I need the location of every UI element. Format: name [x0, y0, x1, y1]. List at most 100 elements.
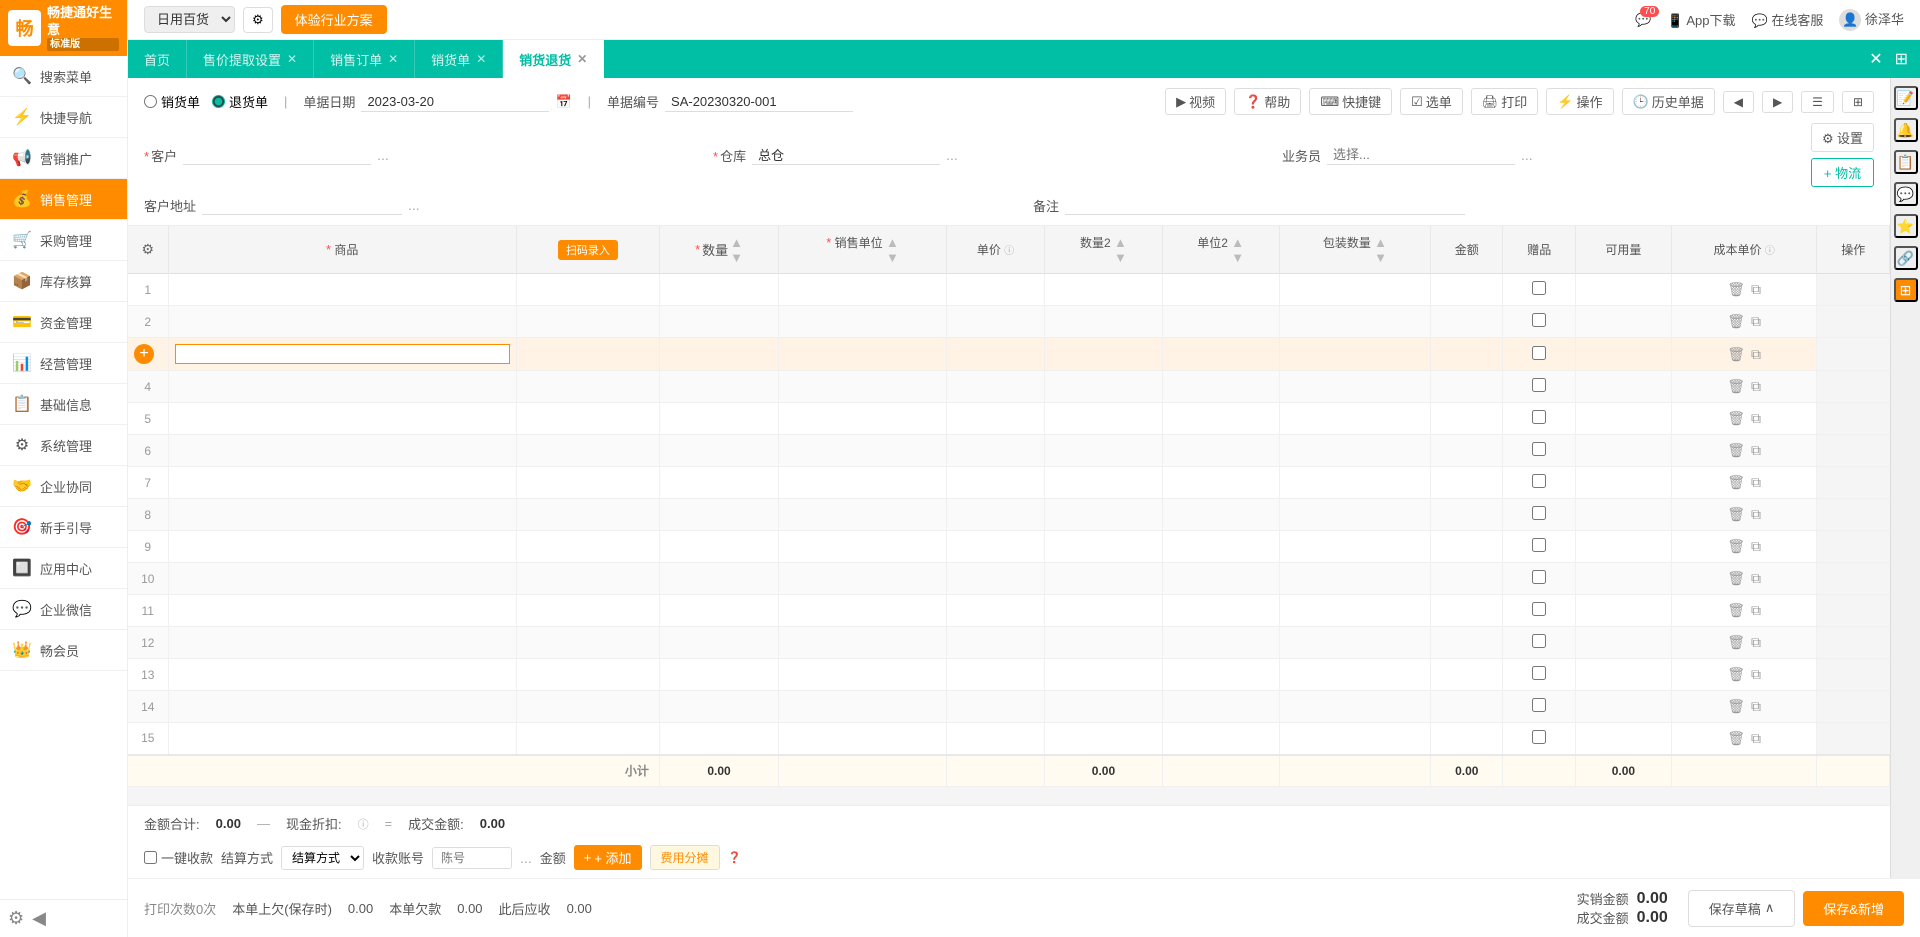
cell-15-4[interactable]: [1045, 723, 1162, 755]
tab-close-sales-order[interactable]: ✕: [388, 52, 398, 66]
cell-14-5[interactable]: [1162, 691, 1279, 723]
copy-row-btn-3[interactable]: ⧉: [1751, 346, 1761, 363]
copy-row-btn-6[interactable]: ⧉: [1751, 442, 1761, 459]
cell-4-2[interactable]: [779, 371, 947, 403]
sidebar-item-sales-mgmt[interactable]: 💰销售管理: [0, 179, 127, 220]
cell-7-7[interactable]: [1431, 467, 1503, 499]
delete-row-btn-4[interactable]: 🗑: [1727, 378, 1745, 395]
cell-6-5[interactable]: [1162, 435, 1279, 467]
cell-13-9[interactable]: [1575, 659, 1671, 691]
cell-7-1[interactable]: [659, 467, 778, 499]
cell-1-2[interactable]: [779, 274, 947, 306]
cell-7-3[interactable]: [946, 467, 1045, 499]
settings-form-btn[interactable]: ⚙ 设置: [1811, 123, 1874, 152]
cell-8-0[interactable]: [516, 499, 659, 531]
gift-checkbox-13[interactable]: [1532, 666, 1546, 680]
sidebar-item-basic-info[interactable]: 📋基础信息: [0, 384, 127, 425]
one-click-checkbox[interactable]: [144, 851, 157, 864]
delete-row-btn-9[interactable]: 🗑: [1727, 538, 1745, 555]
cell-13-2[interactable]: [779, 659, 947, 691]
cell-2-0[interactable]: [516, 306, 659, 338]
salesperson-select-btn[interactable]: ...: [1521, 147, 1533, 163]
cell-13-1[interactable]: [659, 659, 778, 691]
product-cell-8[interactable]: [168, 499, 516, 531]
industry-select[interactable]: 日用百货: [144, 6, 235, 33]
product-cell-4[interactable]: [168, 371, 516, 403]
cell-11-4[interactable]: [1045, 595, 1162, 627]
sidebar-item-vip[interactable]: 👑畅会员: [0, 630, 127, 671]
cell-2-1[interactable]: [659, 306, 778, 338]
cell-2-6[interactable]: [1279, 306, 1430, 338]
sidebar-item-finance[interactable]: 💳资金管理: [0, 302, 127, 343]
settings-icon[interactable]: ⚙: [8, 908, 24, 929]
address-select-btn[interactable]: ...: [408, 197, 420, 213]
copy-row-btn-14[interactable]: ⧉: [1751, 698, 1761, 715]
cell-15-5[interactable]: [1162, 723, 1279, 755]
cell-14-7[interactable]: [1431, 691, 1503, 723]
sidebar-item-operations-mgmt[interactable]: 📊经营管理: [0, 343, 127, 384]
cell-5-9[interactable]: [1575, 403, 1671, 435]
cell-1-7[interactable]: [1431, 274, 1503, 306]
cell-1-6[interactable]: [1279, 274, 1430, 306]
cell-4-7[interactable]: [1431, 371, 1503, 403]
cell-15-7[interactable]: [1431, 723, 1503, 755]
salesperson-input[interactable]: [1327, 145, 1515, 165]
cell-14-2[interactable]: [779, 691, 947, 723]
cell-15-9[interactable]: [1575, 723, 1671, 755]
cell-5-3[interactable]: [946, 403, 1045, 435]
gift-checkbox-8[interactable]: [1532, 506, 1546, 520]
product-cell-6[interactable]: [168, 435, 516, 467]
sidebar-item-marketing[interactable]: 📢营销推广: [0, 138, 127, 179]
cell-2-5[interactable]: [1162, 306, 1279, 338]
return-bill-radio[interactable]: 退货单: [212, 92, 268, 111]
delete-row-btn-2[interactable]: 🗑: [1727, 313, 1745, 330]
sidebar-item-app-center[interactable]: 🔲应用中心: [0, 548, 127, 589]
cell-7-0[interactable]: [516, 467, 659, 499]
date-input[interactable]: [361, 92, 549, 112]
cell-1-5[interactable]: [1162, 274, 1279, 306]
cell-6-0[interactable]: [516, 435, 659, 467]
cell-10-0[interactable]: [516, 563, 659, 595]
copy-row-btn-8[interactable]: ⧉: [1751, 506, 1761, 523]
cell-8-7[interactable]: [1431, 499, 1503, 531]
cell-7-4[interactable]: [1045, 467, 1162, 499]
cell-10-1[interactable]: [659, 563, 778, 595]
cell-13-0[interactable]: [516, 659, 659, 691]
cell-4-5[interactable]: [1162, 371, 1279, 403]
rp-btn-2[interactable]: 🔔: [1894, 118, 1918, 142]
delete-row-btn-3[interactable]: 🗑: [1727, 346, 1745, 363]
cell-12-3[interactable]: [946, 627, 1045, 659]
rp-btn-7[interactable]: ⊞: [1894, 278, 1918, 302]
cell-7-2[interactable]: [779, 467, 947, 499]
cell-4-4[interactable]: [1045, 371, 1162, 403]
cell-1-0[interactable]: [516, 274, 659, 306]
cell-12-7[interactable]: [1431, 627, 1503, 659]
cell-1-1[interactable]: [659, 274, 778, 306]
tab-expand-btn[interactable]: ⊞: [1891, 47, 1912, 71]
rp-btn-6[interactable]: 🔗: [1894, 246, 1918, 270]
copy-row-btn-15[interactable]: ⧉: [1751, 730, 1761, 747]
sidebar-item-enterprise[interactable]: 🤝企业协同: [0, 466, 127, 507]
cell-1-3[interactable]: [946, 274, 1045, 306]
grid-view-btn[interactable]: ⊞: [1842, 91, 1874, 113]
cell-15-0[interactable]: [516, 723, 659, 755]
cell-9-6[interactable]: [1279, 531, 1430, 563]
sidebar-item-purchase-mgmt[interactable]: 🛒采购管理: [0, 220, 127, 261]
sales-bill-radio[interactable]: 销货单: [144, 92, 200, 111]
copy-row-btn-5[interactable]: ⧉: [1751, 410, 1761, 427]
cell-3-0[interactable]: [516, 338, 659, 371]
header-settings-btn[interactable]: ⚙: [243, 7, 273, 33]
cell-15-3[interactable]: [946, 723, 1045, 755]
sidebar-item-inventory[interactable]: 📦库存核算: [0, 261, 127, 302]
cell-11-3[interactable]: [946, 595, 1045, 627]
product-cell-2[interactable]: [168, 306, 516, 338]
message-area[interactable]: 💬 70: [1635, 12, 1651, 28]
cell-10-5[interactable]: [1162, 563, 1279, 595]
cell-6-9[interactable]: [1575, 435, 1671, 467]
product-cell-3[interactable]: [168, 338, 516, 371]
cell-12-6[interactable]: [1279, 627, 1430, 659]
cell-6-7[interactable]: [1431, 435, 1503, 467]
cell-10-3[interactable]: [946, 563, 1045, 595]
gift-checkbox-3[interactable]: [1532, 346, 1546, 360]
product-cell-9[interactable]: [168, 531, 516, 563]
